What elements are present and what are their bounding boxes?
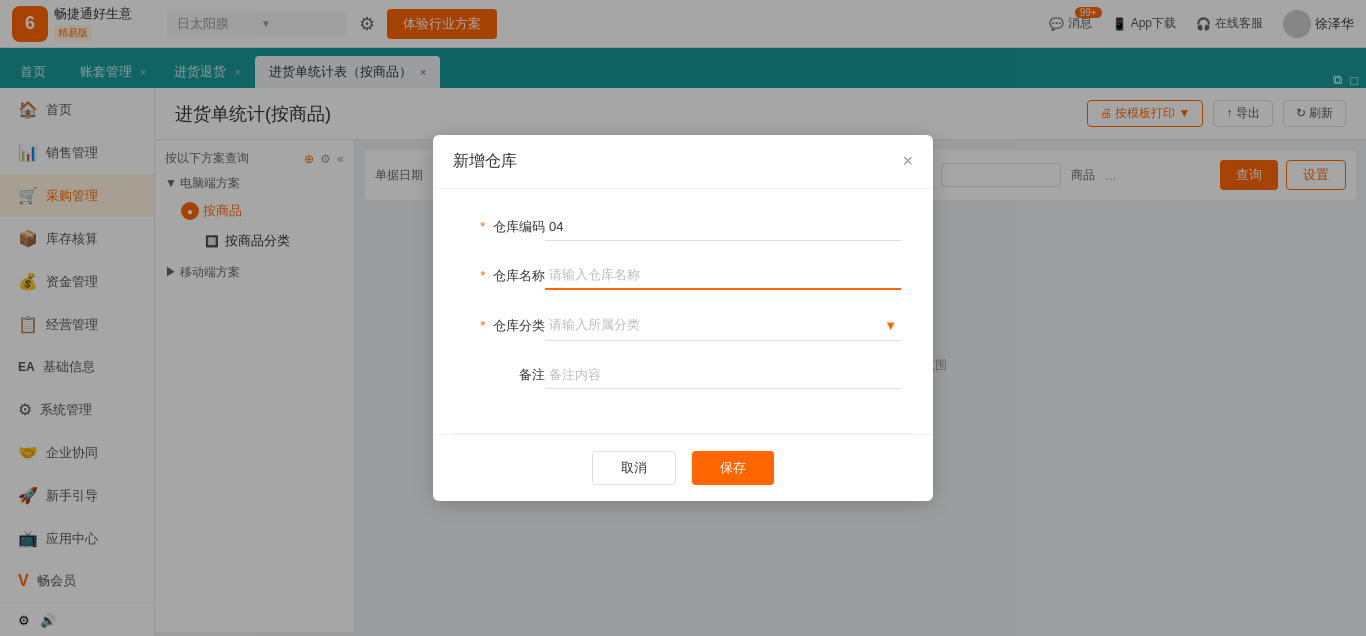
required-star-name: * [480,268,485,283]
form-row-category: * 仓库分类 请输入所属分类 ▼ [465,310,901,341]
dialog-header: 新增仓库 × [433,135,933,189]
cancel-button[interactable]: 取消 [592,451,676,485]
dialog-body: * 仓库编码 * 仓库名称 * 仓库分类 请输入所属 [433,189,933,433]
dialog-title: 新增仓库 [453,151,517,172]
name-label: * 仓库名称 [465,267,545,285]
dialog-add-warehouse: 新增仓库 × * 仓库编码 * 仓库名称 [433,135,933,501]
save-button[interactable]: 保存 [692,451,774,485]
dialog-footer: 取消 保存 [433,434,933,501]
form-row-name: * 仓库名称 [465,261,901,290]
name-input[interactable] [545,261,901,290]
form-row-code: * 仓库编码 [465,213,901,241]
category-arrow[interactable]: ▼ [884,318,897,333]
code-input[interactable] [545,213,901,241]
dialog-close-icon[interactable]: × [902,151,913,172]
remark-label: 备注 [465,366,545,384]
category-label: * 仓库分类 [465,317,545,335]
form-row-remark: 备注 [465,361,901,389]
code-label: * 仓库编码 [465,218,545,236]
required-star-code: * [480,219,485,234]
modal-overlay: 新增仓库 × * 仓库编码 * 仓库名称 [0,0,1366,636]
category-select[interactable]: 请输入所属分类 ▼ [545,310,901,341]
category-placeholder: 请输入所属分类 [549,316,640,334]
remark-input[interactable] [545,361,901,389]
required-star-category: * [480,318,485,333]
